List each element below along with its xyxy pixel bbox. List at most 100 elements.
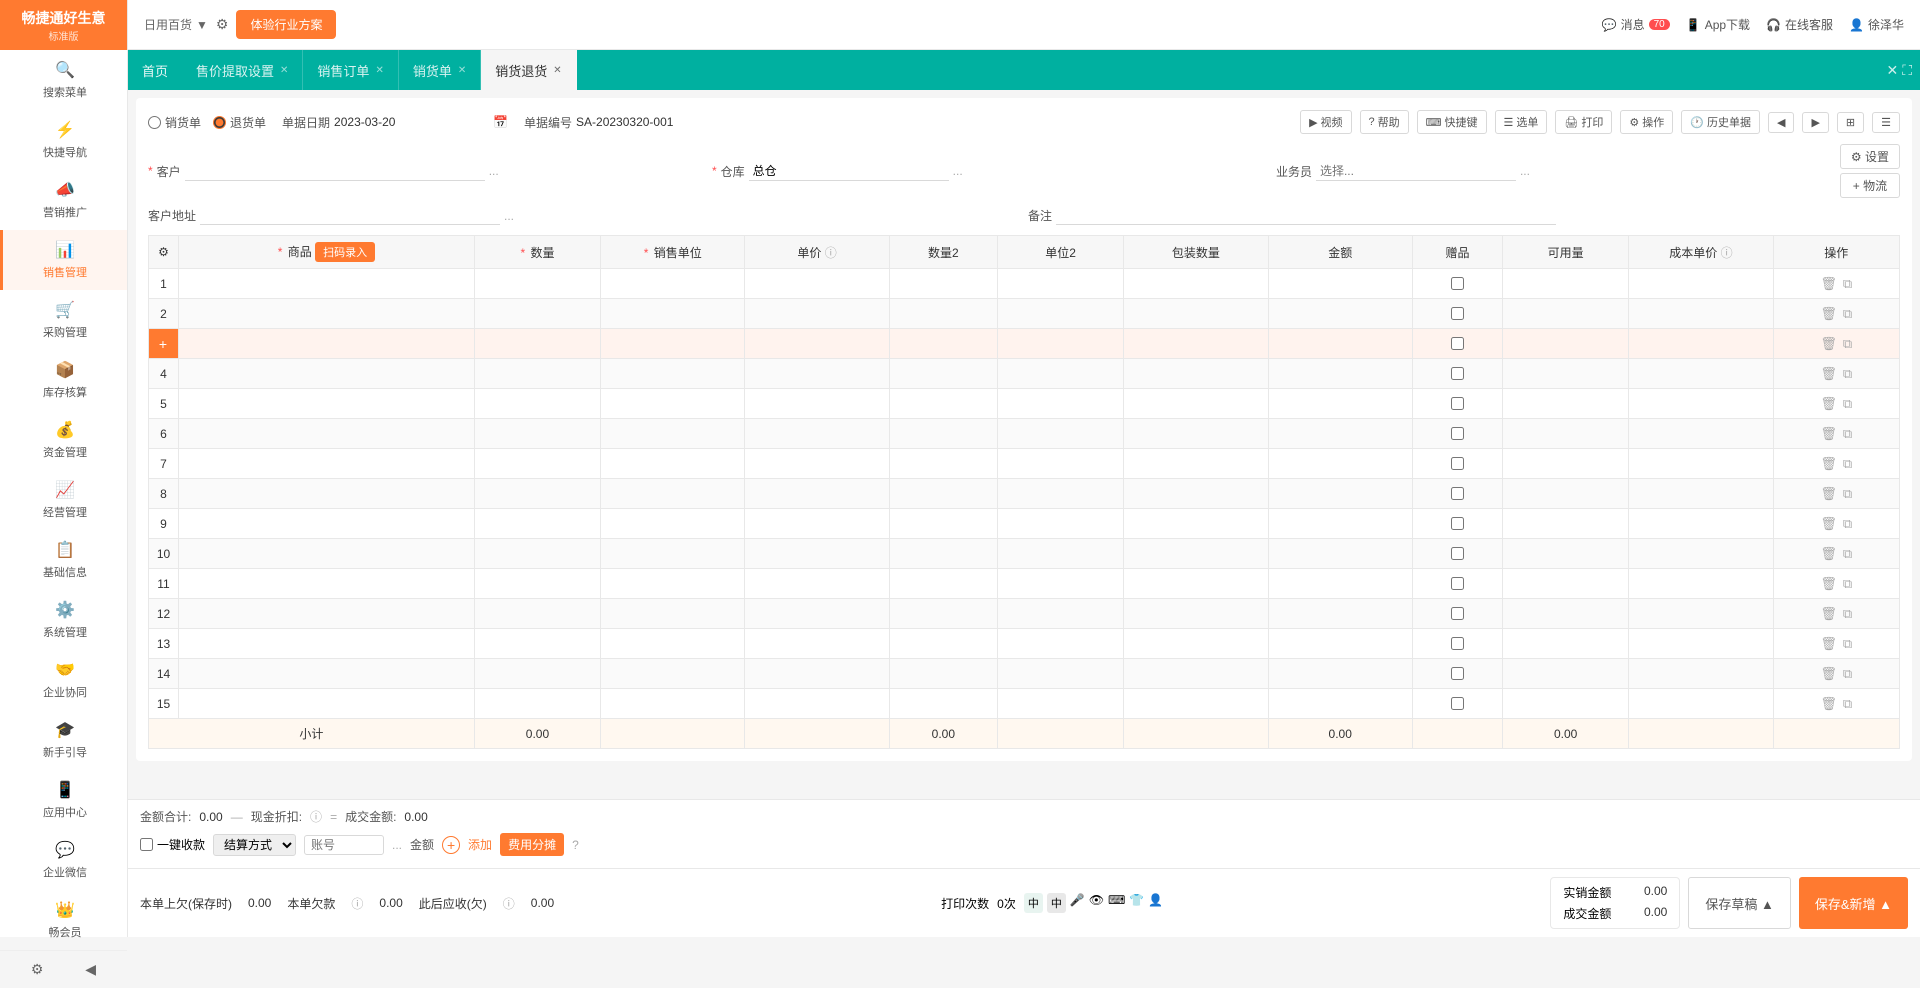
select-btn[interactable]: ☰ 选单 (1495, 110, 1548, 134)
unit2-cell[interactable] (997, 419, 1123, 449)
unit2-cell[interactable] (997, 449, 1123, 479)
gift-cell[interactable] (1412, 299, 1502, 329)
gift-cell[interactable] (1412, 479, 1502, 509)
qty2-cell[interactable] (889, 449, 997, 479)
qty-cell[interactable] (474, 299, 600, 329)
unit-cell[interactable] (601, 659, 745, 689)
price-cell[interactable] (745, 599, 889, 629)
product-cell[interactable] (179, 599, 475, 629)
available-cell[interactable] (1503, 359, 1629, 389)
unit2-cell[interactable] (997, 539, 1123, 569)
delete-row-btn[interactable]: 🗑 (1820, 336, 1837, 352)
delivery-radio-label[interactable]: 销货单 (148, 114, 201, 131)
delete-row-btn[interactable]: 🗑 (1820, 276, 1837, 292)
fee-split-info-icon[interactable]: ? (572, 838, 579, 852)
sidebar-settings-btn[interactable]: ⚙ (31, 961, 44, 978)
qty2-cell[interactable] (889, 389, 997, 419)
product-input[interactable] (183, 667, 470, 681)
calendar-icon[interactable]: 📅 (493, 115, 508, 129)
sidebar-item-operations[interactable]: 📈 经营管理 (0, 470, 127, 530)
pack-cell[interactable] (1124, 449, 1268, 479)
grid-view-btn[interactable]: ⊞ (1837, 112, 1864, 133)
delete-row-btn[interactable]: 🗑 (1820, 576, 1837, 592)
unit-cell[interactable] (601, 539, 745, 569)
gift-checkbox[interactable] (1451, 277, 1464, 290)
gift-cell[interactable] (1412, 509, 1502, 539)
qty-cell[interactable] (474, 509, 600, 539)
available-cell[interactable] (1503, 329, 1629, 359)
product-input[interactable] (183, 517, 470, 531)
copy-row-btn[interactable]: ⧉ (1843, 696, 1852, 712)
product-cell[interactable] (179, 389, 475, 419)
cost-cell[interactable] (1629, 269, 1773, 299)
qty2-cell[interactable] (889, 359, 997, 389)
gift-checkbox[interactable] (1451, 697, 1464, 710)
qty2-cell[interactable] (889, 659, 997, 689)
unit2-cell[interactable] (997, 689, 1123, 719)
unit2-cell[interactable] (997, 329, 1123, 359)
pack-cell[interactable] (1124, 329, 1268, 359)
sidebar-item-basic[interactable]: 📋 基础信息 (0, 530, 127, 590)
qty-cell[interactable] (474, 479, 600, 509)
price-cell[interactable] (745, 329, 889, 359)
price-cell[interactable] (745, 389, 889, 419)
gift-cell[interactable] (1412, 689, 1502, 719)
copy-row-btn[interactable]: ⧉ (1843, 636, 1852, 652)
account-dots[interactable]: ... (392, 838, 402, 852)
price-cell[interactable] (745, 479, 889, 509)
unit-cell[interactable] (601, 329, 745, 359)
cash-discount-info-icon[interactable]: ⓘ (310, 808, 322, 825)
tab-sales-return[interactable]: 销货退货 ✕ (481, 50, 576, 90)
available-cell[interactable] (1503, 509, 1629, 539)
online-service-btn[interactable]: 🎧 在线客服 (1766, 16, 1833, 33)
customer-input[interactable] (185, 162, 485, 181)
gift-cell[interactable] (1412, 659, 1502, 689)
cost-cell[interactable] (1629, 329, 1773, 359)
customer-dots[interactable]: ... (489, 164, 499, 178)
fee-split-btn[interactable]: 费用分摊 (500, 833, 564, 856)
unit2-cell[interactable] (997, 299, 1123, 329)
sidebar-item-purchase[interactable]: 🛒 采购管理 (0, 290, 127, 350)
calc-method-select[interactable]: 结算方式 (213, 834, 296, 856)
copy-row-btn[interactable]: ⧉ (1843, 426, 1852, 442)
qty2-cell[interactable] (889, 689, 997, 719)
price-cell[interactable] (745, 689, 889, 719)
gift-checkbox[interactable] (1451, 427, 1464, 440)
sidebar-item-search[interactable]: 🔍 搜索菜单 (0, 50, 127, 110)
unit-cell[interactable] (601, 449, 745, 479)
qty2-cell[interactable] (889, 479, 997, 509)
tab-sales-order[interactable]: 销售订单 ✕ (303, 50, 398, 90)
cost-cell[interactable] (1629, 569, 1773, 599)
qty-cell[interactable] (474, 569, 600, 599)
available-cell[interactable] (1503, 479, 1629, 509)
col-settings-header[interactable]: ⚙ (149, 236, 179, 269)
product-cell[interactable] (179, 509, 475, 539)
available-cell[interactable] (1503, 629, 1629, 659)
address-dots[interactable]: ... (504, 209, 514, 223)
available-cell[interactable] (1503, 449, 1629, 479)
tab-close-icon[interactable]: ✕ (458, 65, 466, 76)
copy-row-btn[interactable]: ⧉ (1843, 396, 1852, 412)
save-new-btn[interactable]: 保存&新增 ▲ (1799, 877, 1908, 929)
amount-cell[interactable] (1268, 479, 1412, 509)
qty-cell[interactable] (474, 629, 600, 659)
delivery-radio[interactable] (148, 116, 161, 129)
amount-cell[interactable] (1268, 659, 1412, 689)
gift-cell[interactable] (1412, 599, 1502, 629)
unit-cell[interactable] (601, 269, 745, 299)
cost-cell[interactable] (1629, 359, 1773, 389)
amount-cell[interactable] (1268, 419, 1412, 449)
delete-row-btn[interactable]: 🗑 (1820, 696, 1837, 712)
copy-row-btn[interactable]: ⧉ (1843, 336, 1852, 352)
qty2-cell[interactable] (889, 329, 997, 359)
available-cell[interactable] (1503, 569, 1629, 599)
product-cell[interactable] (179, 449, 475, 479)
cost-cell[interactable] (1629, 629, 1773, 659)
unit2-cell[interactable] (997, 479, 1123, 509)
unit2-cell[interactable] (997, 509, 1123, 539)
price-cell[interactable] (745, 299, 889, 329)
unit-cell[interactable] (601, 359, 745, 389)
amount-cell[interactable] (1268, 509, 1412, 539)
sidebar-item-marketing[interactable]: 📣 营销推广 (0, 170, 127, 230)
settings-side-btn[interactable]: ⚙ 设置 (1840, 144, 1900, 169)
